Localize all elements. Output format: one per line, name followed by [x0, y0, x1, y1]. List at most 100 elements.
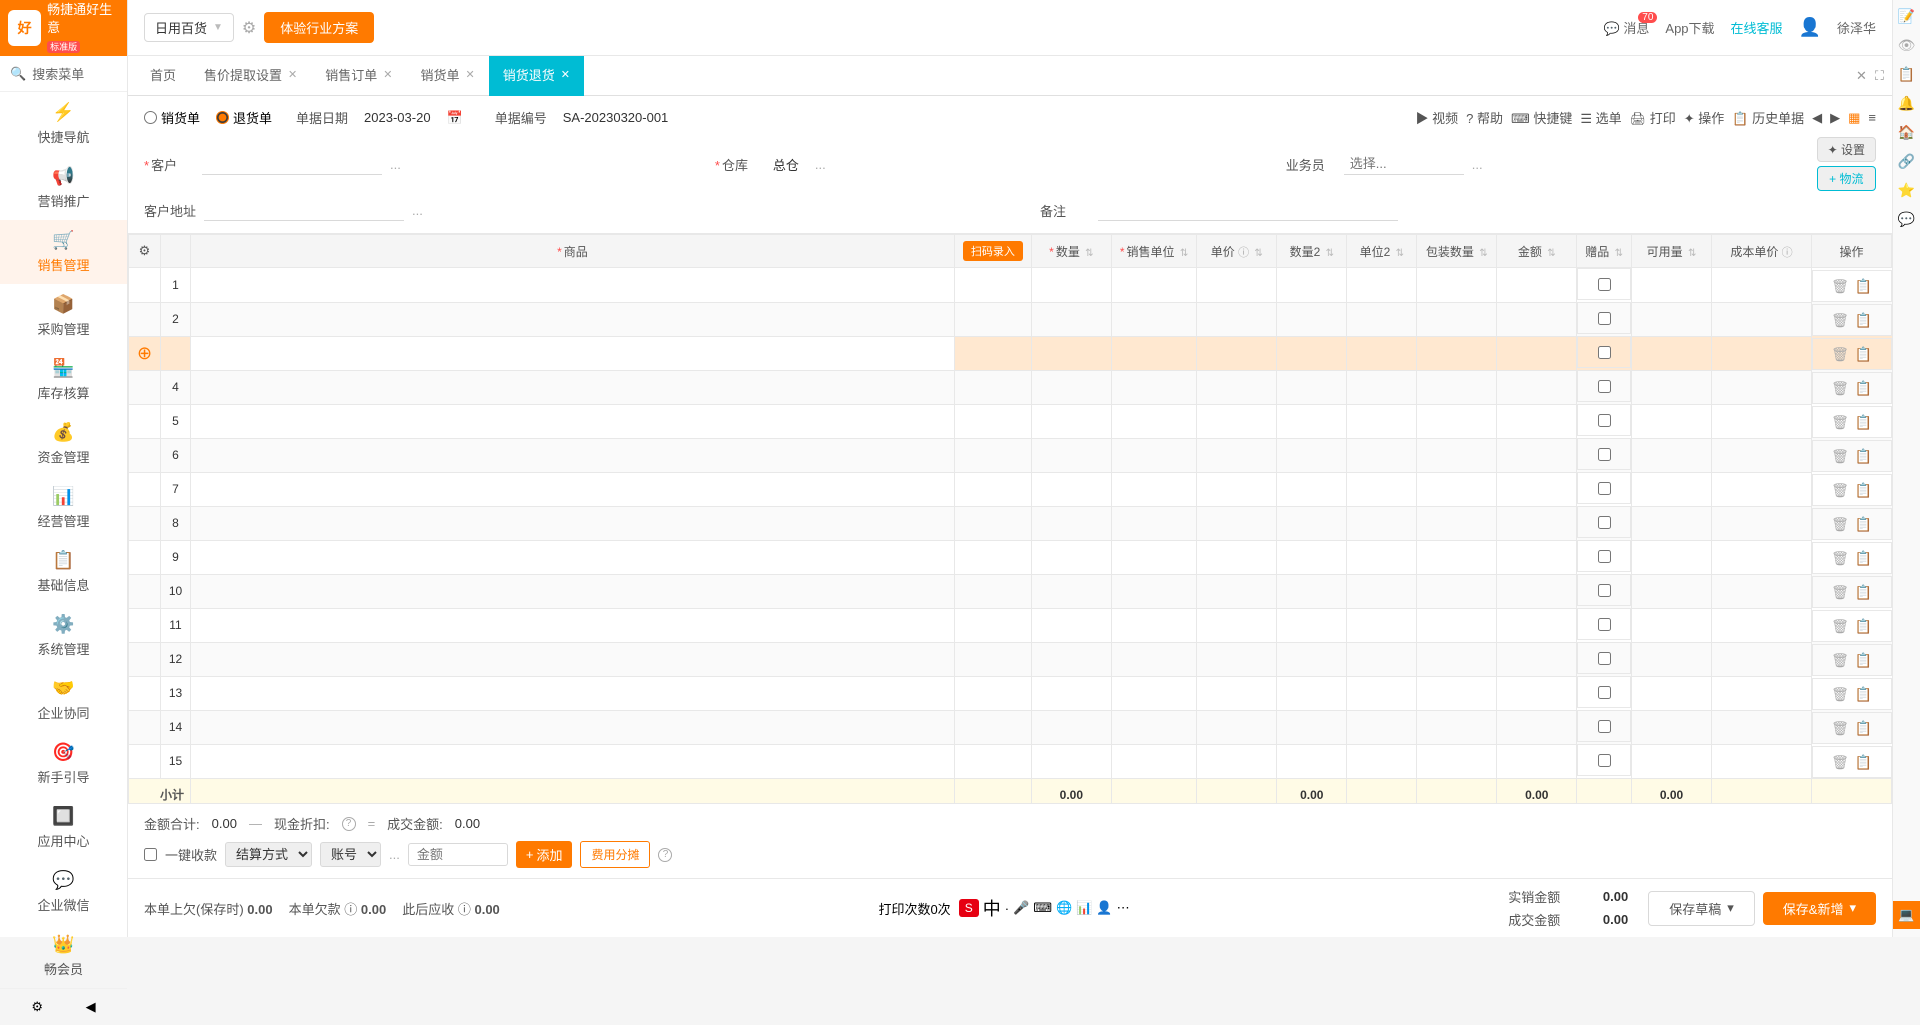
staff-picker-icon[interactable]: ...	[1472, 157, 1483, 172]
right-icon-3[interactable]: 📋	[1898, 66, 1915, 83]
staff-input[interactable]	[1344, 153, 1464, 175]
gift-checkbox-11[interactable]	[1598, 618, 1611, 631]
amount-input[interactable]	[408, 843, 508, 866]
copy-icon-11[interactable]: 📋	[1855, 618, 1872, 635]
copy-icon-7[interactable]: 📋	[1855, 482, 1872, 499]
tab-close-price[interactable]: ✕	[288, 68, 297, 81]
sort-amount-icon[interactable]: ⇅	[1547, 248, 1555, 259]
delete-icon-9[interactable]: 🗑	[1831, 550, 1849, 567]
sidebar-search[interactable]: 🔍 搜索菜单	[0, 56, 127, 92]
add-payment-button[interactable]: + 添加	[516, 841, 573, 868]
tab-close-order[interactable]: ✕	[383, 68, 392, 81]
wuliu-button[interactable]: + 物流	[1817, 166, 1876, 191]
gift-checkbox-7[interactable]	[1598, 482, 1611, 495]
add-row-icon[interactable]: ⊕	[137, 343, 152, 363]
right-icon-5[interactable]: 🏠	[1898, 124, 1915, 141]
right-icon-4[interactable]: 🔔	[1898, 95, 1915, 112]
cost-split-button[interactable]: 费用分摊	[580, 841, 650, 868]
customer-input[interactable]	[202, 153, 382, 175]
gift-checkbox-2[interactable]	[1598, 312, 1611, 325]
sort-price-icon[interactable]: ⇅	[1254, 248, 1262, 259]
view-icon1[interactable]: ▦	[1848, 110, 1860, 126]
tab-close-return[interactable]: ✕	[561, 68, 570, 81]
message-button[interactable]: 💬 消息 70	[1604, 18, 1650, 37]
right-bottom-icon[interactable]: 💻	[1893, 901, 1920, 929]
shortcut-btn[interactable]: ⌨ 快捷键	[1511, 108, 1572, 127]
sidebar-item-marketing[interactable]: 📢 营销推广	[0, 156, 127, 220]
address-input[interactable]	[204, 199, 404, 221]
right-icon-1[interactable]: 📝	[1898, 8, 1915, 25]
copy-icon-3[interactable]: 📋	[1855, 346, 1872, 363]
tab-sales-order[interactable]: 销售订单 ✕	[311, 56, 406, 96]
sidebar-item-wechat[interactable]: 💬 企业微信	[0, 860, 127, 924]
tab-sales-return[interactable]: 销货退货 ✕	[489, 56, 584, 96]
delete-icon-2[interactable]: 🗑	[1831, 312, 1849, 329]
tab-close-sales[interactable]: ✕	[466, 68, 475, 81]
gift-checkbox-9[interactable]	[1598, 550, 1611, 563]
sidebar-item-basic[interactable]: 📋 基础信息	[0, 540, 127, 604]
gift-checkbox-8[interactable]	[1598, 516, 1611, 529]
module-select[interactable]: 日用百货 ▼	[144, 13, 234, 42]
account-method-select[interactable]: 结算方式	[225, 842, 312, 867]
maximize-icon[interactable]: ⛶	[1875, 68, 1884, 84]
account-picker-icon[interactable]: ...	[389, 847, 400, 862]
sidebar-item-inventory[interactable]: 🏪 库存核算	[0, 348, 127, 412]
delete-icon-5[interactable]: 🗑	[1831, 414, 1849, 431]
delete-icon-6[interactable]: 🗑	[1831, 448, 1849, 465]
help-btn[interactable]: ? 帮助	[1466, 108, 1503, 127]
tab-home[interactable]: 首页	[136, 56, 190, 96]
delete-icon-1[interactable]: 🗑	[1831, 278, 1849, 295]
copy-icon-14[interactable]: 📋	[1855, 720, 1872, 737]
video-btn[interactable]: ▶ 视频	[1416, 108, 1459, 127]
history-btn[interactable]: 📋 历史单据	[1732, 108, 1804, 127]
sort-avail-icon[interactable]: ⇅	[1688, 248, 1696, 259]
save-draft-button[interactable]: 保存草稿 ▾	[1648, 891, 1755, 926]
delete-icon-7[interactable]: 🗑	[1831, 482, 1849, 499]
one-click-checkbox[interactable]	[144, 848, 157, 861]
gift-checkbox-5[interactable]	[1598, 414, 1611, 427]
sidebar-item-cooperation[interactable]: 🤝 企业协同	[0, 668, 127, 732]
right-icon-7[interactable]: ⭐	[1898, 182, 1915, 199]
th-settings[interactable]: ⚙	[129, 235, 161, 268]
delete-icon-4[interactable]: 🗑	[1831, 380, 1849, 397]
sort-pkg-icon[interactable]: ⇅	[1479, 248, 1487, 259]
sidebar-item-newuser[interactable]: 🎯 新手引导	[0, 732, 127, 796]
remark-input[interactable]	[1098, 199, 1398, 221]
setting-button[interactable]: ✦ 设置	[1817, 137, 1876, 162]
copy-icon-12[interactable]: 📋	[1855, 652, 1872, 669]
copy-icon-2[interactable]: 📋	[1855, 312, 1872, 329]
scan-button[interactable]: 扫码录入	[963, 241, 1023, 261]
gift-checkbox-15[interactable]	[1598, 754, 1611, 767]
online-service-link[interactable]: 在线客服	[1731, 18, 1783, 37]
copy-icon-15[interactable]: 📋	[1855, 754, 1872, 771]
sort-qty-icon[interactable]: ⇅	[1085, 248, 1093, 259]
customer-picker-icon[interactable]: ...	[390, 157, 401, 172]
goods-input-3[interactable]	[197, 346, 948, 361]
gift-checkbox-4[interactable]	[1598, 380, 1611, 393]
copy-icon-4[interactable]: 📋	[1855, 380, 1872, 397]
delete-icon-15[interactable]: 🗑	[1831, 754, 1849, 771]
save-new-button[interactable]: 保存&新增 ▾	[1763, 892, 1876, 925]
trial-button[interactable]: 体验行业方案	[264, 12, 374, 43]
sidebar-item-vip[interactable]: 👑 畅会员	[0, 924, 127, 988]
delete-icon-10[interactable]: 🗑	[1831, 584, 1849, 601]
sort-gift-icon[interactable]: ⇅	[1615, 248, 1623, 259]
gift-checkbox-13[interactable]	[1598, 686, 1611, 699]
sidebar-item-shortcut[interactable]: ⚡ 快捷导航	[0, 92, 127, 156]
sort-unit-icon[interactable]: ⇅	[1180, 248, 1188, 259]
sidebar-item-operations[interactable]: 📊 经营管理	[0, 476, 127, 540]
prev-icon[interactable]: ◀	[1812, 110, 1822, 126]
copy-icon-6[interactable]: 📋	[1855, 448, 1872, 465]
gift-checkbox-12[interactable]	[1598, 652, 1611, 665]
delete-icon-3[interactable]: 🗑	[1831, 346, 1849, 363]
gift-checkbox-3[interactable]	[1598, 346, 1611, 359]
sidebar-item-finance[interactable]: 💰 资金管理	[0, 412, 127, 476]
radio-return[interactable]: 退货单	[216, 108, 272, 127]
next-icon[interactable]: ▶	[1830, 110, 1840, 126]
warehouse-picker-icon[interactable]: ...	[815, 157, 826, 172]
select-btn[interactable]: ☰ 选单	[1580, 108, 1621, 127]
right-icon-2[interactable]: 👁	[1898, 37, 1916, 54]
sidebar-item-purchase[interactable]: 📦 采购管理	[0, 284, 127, 348]
sidebar-item-sales[interactable]: 🛒 销售管理	[0, 220, 127, 284]
copy-icon-5[interactable]: 📋	[1855, 414, 1872, 431]
